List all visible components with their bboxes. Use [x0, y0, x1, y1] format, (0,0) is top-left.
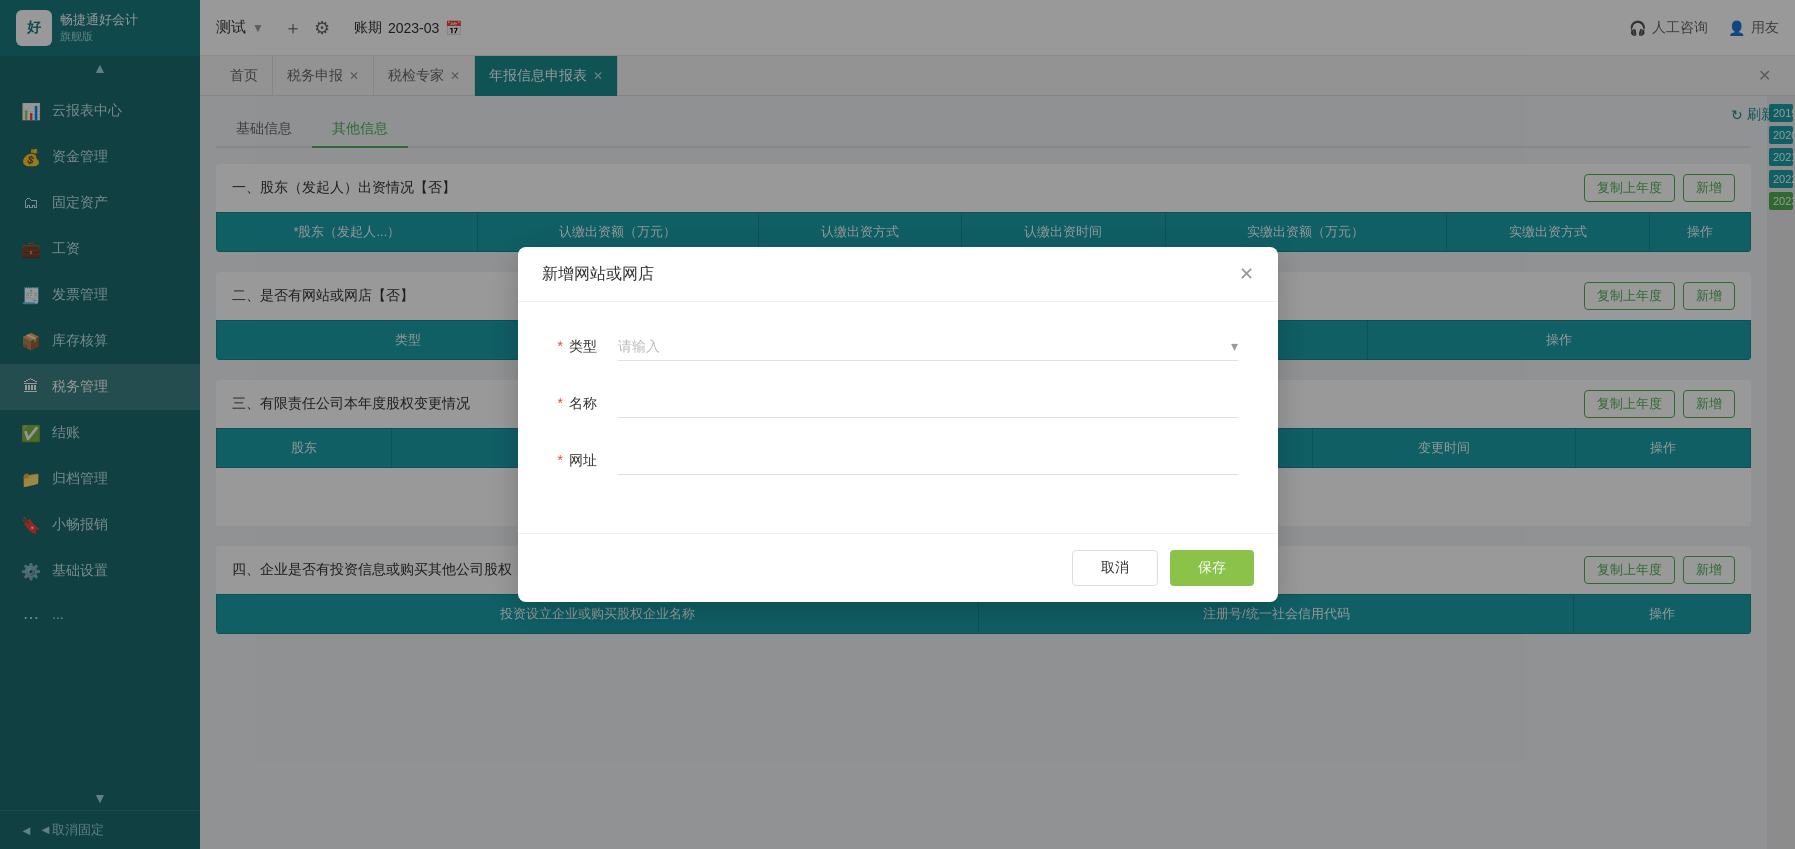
- dialog-title: 新增网站或网店: [542, 264, 654, 285]
- required-marker: *: [558, 338, 563, 354]
- url-input[interactable]: [618, 446, 1238, 475]
- save-button[interactable]: 保存: [1170, 550, 1254, 586]
- required-marker: *: [558, 452, 563, 468]
- type-dropdown-icon[interactable]: ▾: [1231, 338, 1238, 354]
- cancel-button[interactable]: 取消: [1072, 550, 1158, 586]
- dialog-header: 新增网站或网店 ✕: [518, 247, 1278, 302]
- field-type-label: * 类型: [558, 338, 618, 356]
- dialog-footer: 取消 保存: [518, 533, 1278, 602]
- name-input[interactable]: [618, 389, 1238, 418]
- type-input[interactable]: [618, 332, 1238, 361]
- required-marker: *: [558, 395, 563, 411]
- form-field-name: * 名称: [558, 389, 1238, 418]
- dialog-close-icon[interactable]: ✕: [1239, 263, 1254, 285]
- form-field-url: * 网址: [558, 446, 1238, 475]
- field-url-wrap: [618, 446, 1238, 475]
- add-website-dialog: 新增网站或网店 ✕ * 类型 ▾ * 名称: [518, 247, 1278, 602]
- dialog-body: * 类型 ▾ * 名称 *: [518, 302, 1278, 533]
- field-url-label: * 网址: [558, 452, 618, 470]
- field-name-label: * 名称: [558, 395, 618, 413]
- dialog-overlay[interactable]: 新增网站或网店 ✕ * 类型 ▾ * 名称: [0, 0, 1795, 849]
- field-type-wrap: ▾: [618, 332, 1238, 361]
- form-field-type: * 类型 ▾: [558, 332, 1238, 361]
- field-name-wrap: [618, 389, 1238, 418]
